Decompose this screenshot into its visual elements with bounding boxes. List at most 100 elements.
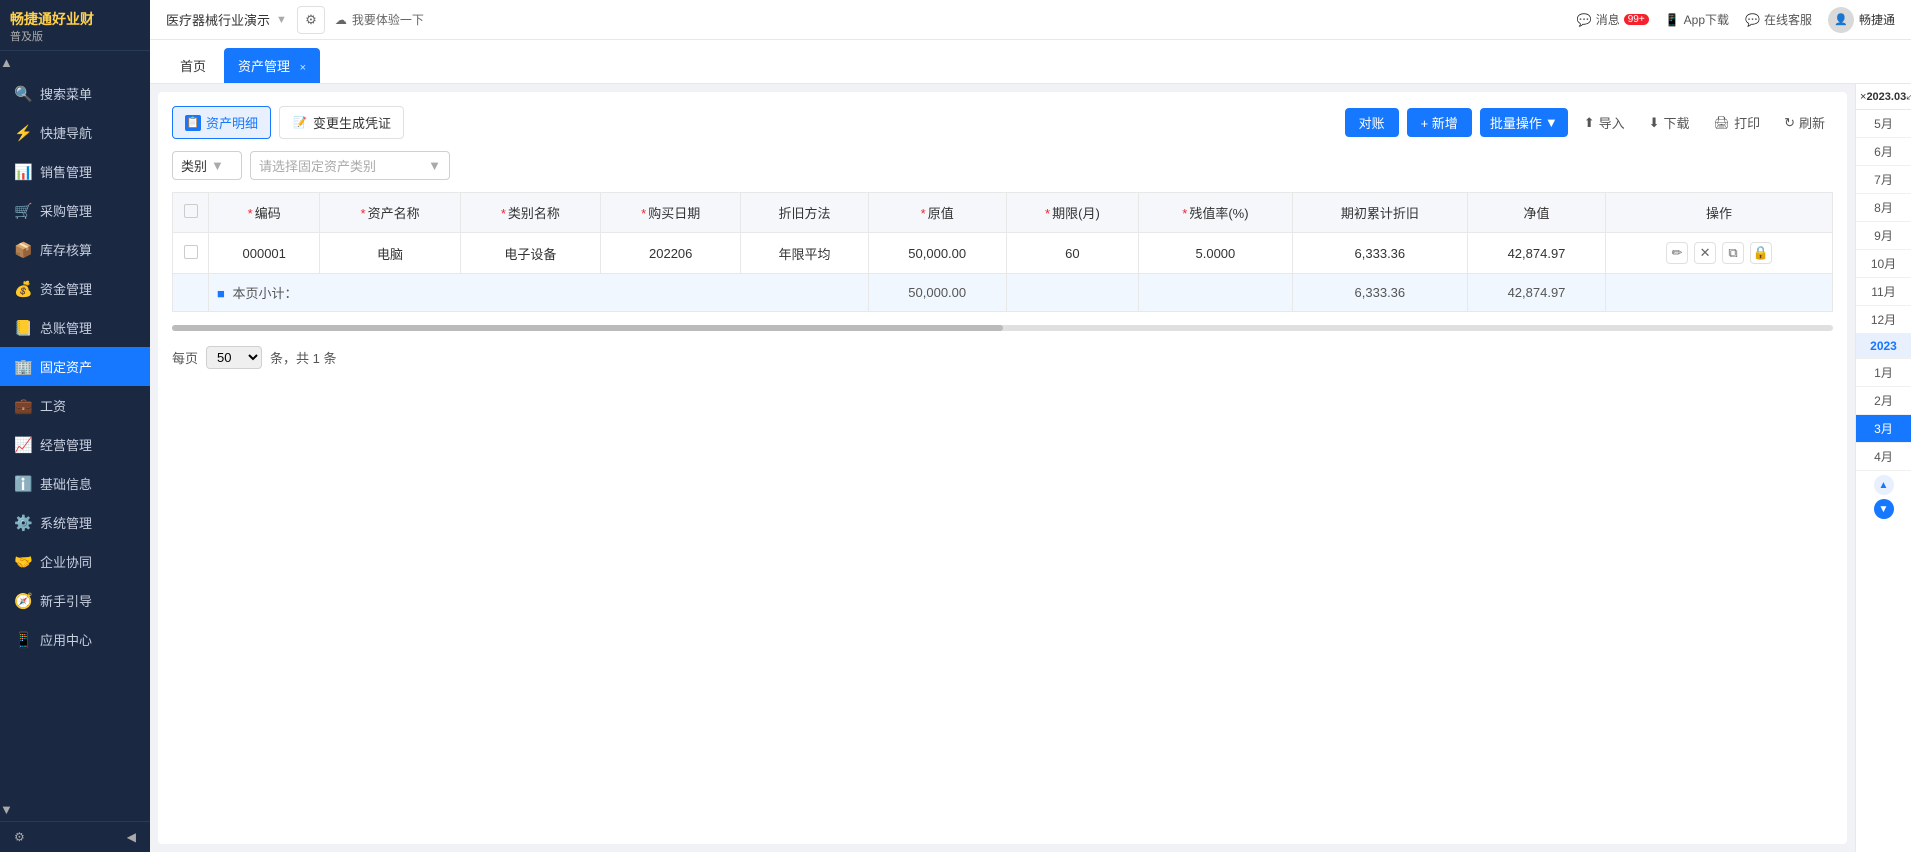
app-center-icon: 📱 (14, 631, 32, 649)
lock-button[interactable]: 🔒 (1750, 242, 1772, 264)
edit-button[interactable]: ✏ (1666, 242, 1688, 264)
category-filter[interactable]: 类别 ▼ (172, 151, 242, 180)
sidebar-item-payroll[interactable]: 💼 工资 (0, 386, 150, 425)
cell-category: 电子设备 (460, 233, 600, 274)
per-page-select[interactable]: 50 100 200 (206, 346, 262, 369)
cal-month-11[interactable]: 11月 (1856, 278, 1911, 306)
cal-month-mar[interactable]: 3月 (1856, 415, 1911, 443)
panel-down-button[interactable]: ▼ (1874, 499, 1894, 519)
sidebar-item-guide[interactable]: 🧭 新手引导 (0, 581, 150, 620)
inventory-icon: 📦 (14, 241, 32, 259)
row-checkbox-cell (173, 233, 209, 274)
sidebar-item-label: 资金管理 (40, 279, 92, 298)
download-button[interactable]: ⬇ 下载 (1641, 108, 1698, 137)
new-button[interactable]: + 新增 (1407, 108, 1472, 137)
panel-up-button[interactable]: ▲ (1874, 475, 1894, 495)
row-checkbox[interactable] (184, 245, 198, 259)
sidebar-scroll-down[interactable]: ▼ (0, 798, 12, 821)
user-profile-button[interactable]: 👤 畅捷通 (1828, 7, 1895, 33)
col-category: *类别名称 (460, 193, 600, 233)
online-service-button[interactable]: 💬 在线客服 (1745, 11, 1812, 28)
hscroll-track[interactable] (172, 325, 1833, 331)
sidebar-item-sys-mgmt[interactable]: ⚙️ 系统管理 (0, 503, 150, 542)
app-download-button[interactable]: 📱 App下载 (1665, 11, 1729, 28)
cal-month-5[interactable]: 5月 (1856, 110, 1911, 138)
username: 畅捷通 (1859, 11, 1895, 28)
sidebar-item-label: 总账管理 (40, 318, 92, 337)
subtotal-label: ■ 本页小计： (209, 274, 869, 312)
sidebar-item-purchase[interactable]: 🛒 采购管理 (0, 191, 150, 230)
sidebar-item-quick-nav[interactable]: ⚡ 快捷导航 (0, 113, 150, 152)
settings-button[interactable]: ⚙ (14, 830, 25, 844)
sidebar-item-label: 企业协同 (40, 552, 92, 571)
cell-period: 60 (1006, 233, 1138, 274)
message-button[interactable]: 💬 消息 99+ (1577, 11, 1649, 28)
cal-year-2023[interactable]: 2023 (1856, 334, 1911, 359)
reconcile-button[interactable]: 对账 (1345, 108, 1399, 137)
subtab-change-voucher[interactable]: 📝 变更生成凭证 (279, 106, 404, 139)
sidebar-item-enterprise[interactable]: 🤝 企业协同 (0, 542, 150, 581)
subtab-asset-detail-label: 资产明细 (206, 113, 258, 132)
col-checkbox (173, 193, 209, 233)
subtab-asset-detail[interactable]: 📋 资产明细 (172, 106, 271, 139)
sidebar-item-fixed-assets[interactable]: 🏢 固定资产 (0, 347, 150, 386)
print-icon: 🖨 (1714, 115, 1731, 131)
operations-icon: 📈 (14, 436, 32, 454)
subtotal-empty4 (1606, 274, 1833, 312)
sidebar-item-ledger[interactable]: 📒 总账管理 (0, 308, 150, 347)
sidebar-item-sales[interactable]: 📊 销售管理 (0, 152, 150, 191)
cal-month-8[interactable]: 8月 (1856, 194, 1911, 222)
collapse-button[interactable]: ◀ (127, 830, 136, 844)
tab-home[interactable]: 首页 (166, 48, 220, 83)
filter-arrow: ▼ (211, 158, 224, 173)
content-area: 📋 资产明细 📝 变更生成凭证 对账 + 新增 批量操作 ▼ ⬆ (150, 84, 1911, 852)
sidebar-scroll-up[interactable]: ▲ (0, 51, 12, 74)
gear-icon: ⚙ (305, 12, 317, 28)
sidebar-item-inventory[interactable]: 📦 库存核算 (0, 230, 150, 269)
experience-label: 我要体验一下 (352, 11, 424, 28)
cal-month-6[interactable]: 6月 (1856, 138, 1911, 166)
print-button[interactable]: 🖨 打印 (1706, 108, 1769, 137)
cal-month-apr[interactable]: 4月 (1856, 443, 1911, 471)
hscroll-area (172, 320, 1833, 336)
cal-month-12[interactable]: 12月 (1856, 306, 1911, 334)
hscroll-thumb[interactable] (172, 325, 1003, 331)
sidebar-item-fund[interactable]: 💰 资金管理 (0, 269, 150, 308)
app-download-label: App下载 (1684, 11, 1729, 28)
import-button[interactable]: ⬆ 导入 (1576, 108, 1633, 137)
copy-button[interactable]: ⧉ (1722, 242, 1744, 264)
cal-month-10[interactable]: 10月 (1856, 250, 1911, 278)
company-dropdown-arrow: ▼ (276, 14, 287, 26)
sidebar-item-search[interactable]: 🔍 搜索菜单 (0, 74, 150, 113)
cal-month-feb[interactable]: 2月 (1856, 387, 1911, 415)
batch-operations-button[interactable]: 批量操作 ▼ (1480, 108, 1568, 137)
basic-info-icon: ℹ️ (14, 475, 32, 493)
sidebar-item-label: 工资 (40, 396, 66, 415)
batch-ops-arrow: ▼ (1545, 115, 1558, 130)
subtotal-accumulated: 6,333.36 (1292, 274, 1467, 312)
cal-month-jan[interactable]: 1月 (1856, 359, 1911, 387)
company-settings-button[interactable]: ⚙ (297, 6, 325, 34)
total-text: 条，共 1 条 (270, 348, 336, 367)
company-selector[interactable]: 医疗器械行业演示 ▼ (166, 10, 287, 29)
cell-original-value: 50,000.00 (868, 233, 1006, 274)
sidebar-item-app-center[interactable]: 📱 应用中心 (0, 620, 150, 659)
expand-panel-button[interactable]: ⤢ (1906, 90, 1911, 103)
refresh-button[interactable]: ↻ 刷新 (1776, 108, 1833, 137)
tab-asset-mgmt[interactable]: 资产管理 × (224, 48, 320, 83)
sidebar-item-operations[interactable]: 📈 经营管理 (0, 425, 150, 464)
purchase-icon: 🛒 (14, 202, 32, 220)
sidebar-item-basic-info[interactable]: ℹ️ 基础信息 (0, 464, 150, 503)
delete-button[interactable]: ✕ (1694, 242, 1716, 264)
col-residual-rate: *残值率(%) (1139, 193, 1293, 233)
right-panel-year: 2023.03 (1866, 91, 1906, 103)
select-all-checkbox[interactable] (184, 204, 198, 218)
col-period: *期限(月) (1006, 193, 1138, 233)
cal-month-7[interactable]: 7月 (1856, 166, 1911, 194)
per-page-label: 每页 (172, 348, 198, 367)
experience-button[interactable]: ☁ 我要体验一下 (335, 11, 424, 28)
category-input[interactable]: 请选择固定资产类别 ▼ (250, 151, 450, 180)
tab-close-icon[interactable]: × (300, 62, 306, 74)
sys-mgmt-icon: ⚙️ (14, 514, 32, 532)
cal-month-9[interactable]: 9月 (1856, 222, 1911, 250)
